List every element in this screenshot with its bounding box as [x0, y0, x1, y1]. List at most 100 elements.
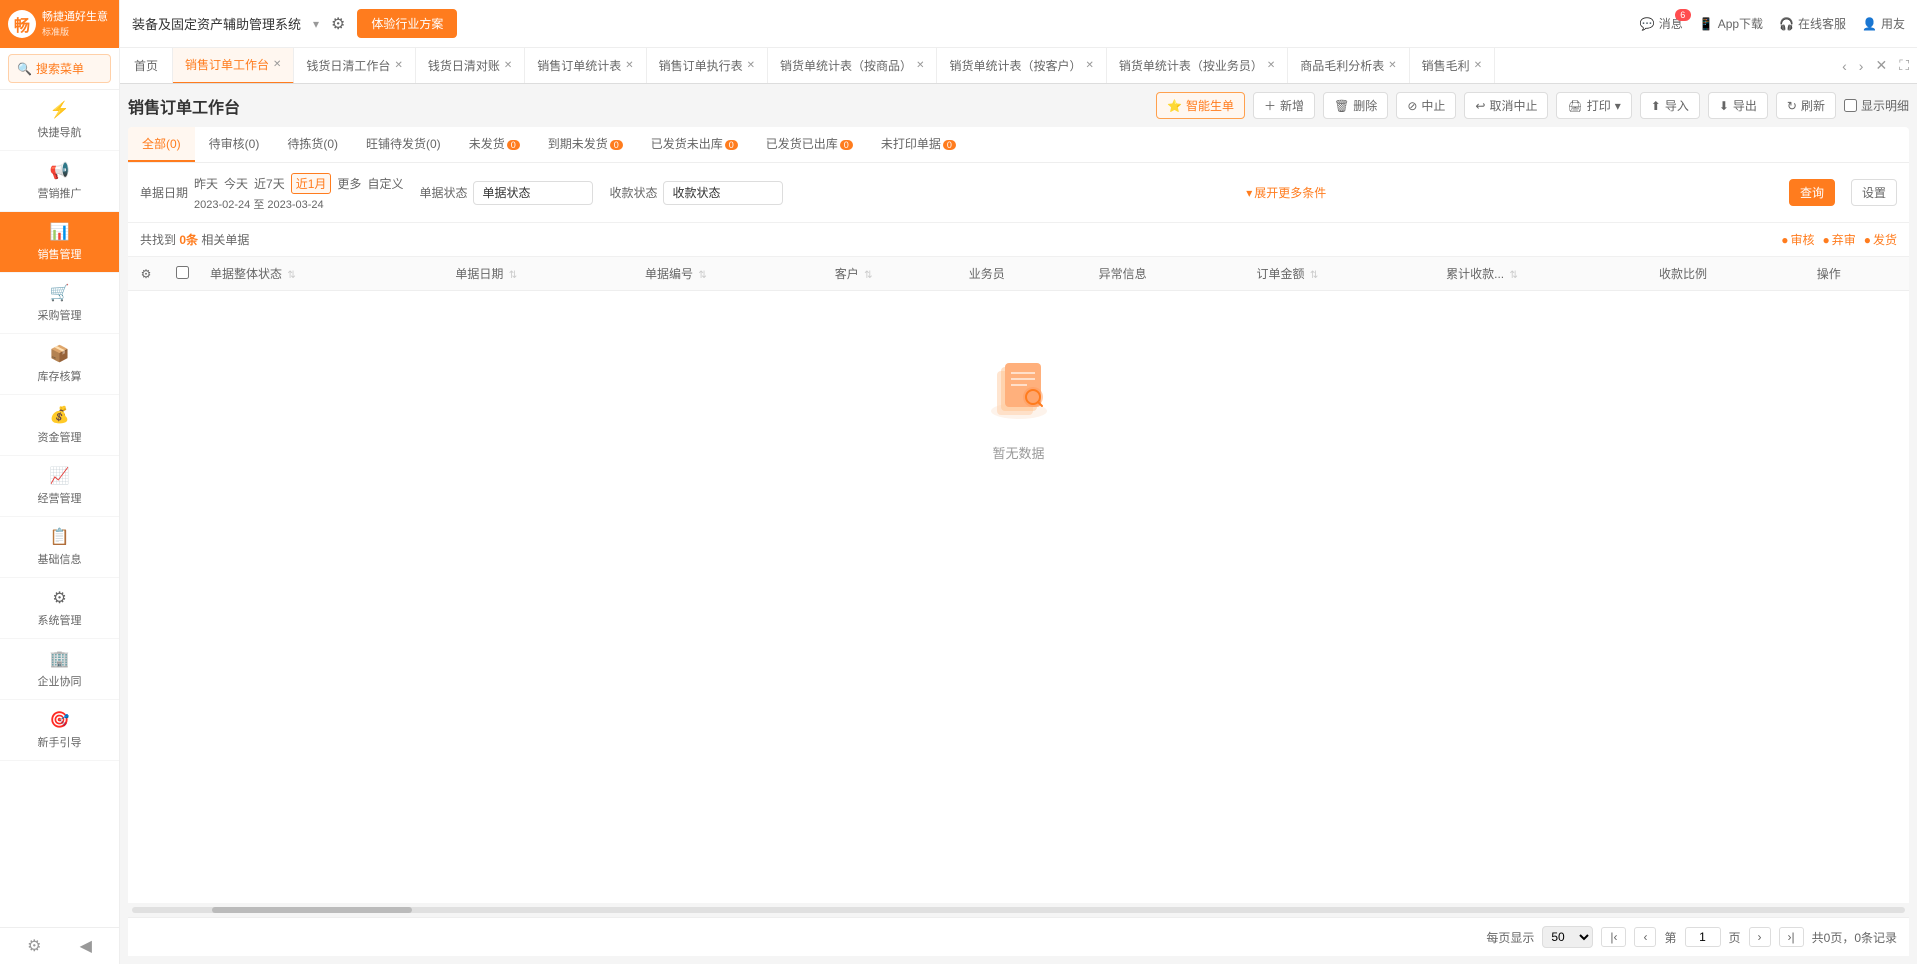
cancel-review-action-button[interactable]: ● 弃审: [1822, 231, 1855, 248]
sort-number-icon[interactable]: ⇅: [698, 270, 706, 281]
last-page-button[interactable]: ›|: [1779, 927, 1804, 947]
tab-expand-icon[interactable]: ⛶: [1895, 55, 1913, 76]
date-shortcuts-row: 昨天 今天 近7天 近1月 更多 自定义: [194, 173, 403, 194]
sort-received-icon[interactable]: ⇅: [1509, 270, 1517, 281]
sidebar-item-operations[interactable]: 📈 经营管理: [0, 456, 119, 517]
sub-tab-shipped-out[interactable]: 已发货已出库0: [752, 127, 867, 162]
th-settings[interactable]: ⚙: [128, 257, 164, 291]
sub-tab-not-printed[interactable]: 未打印单据0: [867, 127, 970, 162]
th-checkbox[interactable]: [164, 257, 200, 291]
sidebar-item-system[interactable]: ⚙ 系统管理: [0, 578, 119, 639]
sidebar-item-basic-info[interactable]: 📋 基础信息: [0, 517, 119, 578]
tab-sales-summary-staff[interactable]: 销货单统计表（按业务员） ✕: [1107, 48, 1288, 84]
sub-tab-pending-inspect[interactable]: 待拣货(0): [273, 127, 352, 162]
suspend-button[interactable]: ⊘ 中止: [1396, 92, 1456, 119]
sidebar-item-marketing[interactable]: 📢 营销推广: [0, 151, 119, 212]
tab-scroll-right-icon[interactable]: ›: [1855, 56, 1868, 76]
more-shortcut[interactable]: 更多: [337, 175, 361, 192]
tab-sales-summary-customer[interactable]: 销货单统计表（按客户） ✕: [937, 48, 1106, 84]
sidebar-item-guide[interactable]: 🎯 新手引导: [0, 700, 119, 761]
tab-sales-exec[interactable]: 销售订单执行表 ✕: [647, 48, 768, 84]
sub-tab-wangpu[interactable]: 旺铺待发货(0): [352, 127, 455, 162]
tab-close-sales-summary-staff[interactable]: ✕: [1267, 60, 1275, 71]
sub-tab-shipped-not-out[interactable]: 已发货未出库0: [637, 127, 752, 162]
search-menu-button[interactable]: 🔍 搜索菜单: [8, 54, 111, 83]
sub-tab-all[interactable]: 全部(0): [128, 127, 195, 162]
tab-close-sales-stats[interactable]: ✕: [625, 60, 633, 71]
yesterday-shortcut[interactable]: 昨天: [194, 175, 218, 192]
scrollbar-thumb[interactable]: [212, 907, 412, 913]
tab-sales-receivable[interactable]: 销售毛利 ✕: [1410, 48, 1495, 84]
solution-button[interactable]: 体验行业方案: [357, 9, 457, 38]
sub-tab-overdue[interactable]: 到期未发货0: [534, 127, 637, 162]
tab-sales-summary-product[interactable]: 销货单统计表（按商品） ✕: [768, 48, 937, 84]
tab-close-cash-daily[interactable]: ✕: [394, 60, 402, 71]
online-service-action[interactable]: 🎧 在线客服: [1779, 15, 1846, 32]
tab-cash-daily[interactable]: 钱货日清工作台 ✕: [294, 48, 415, 84]
sidebar-item-purchase[interactable]: 🛒 采购管理: [0, 273, 119, 334]
refresh-button[interactable]: ↻ 刷新: [1776, 92, 1836, 119]
sort-customer-icon[interactable]: ⇅: [864, 270, 872, 281]
tab-sales-workbench[interactable]: 销售订单工作台 ✕: [173, 48, 294, 84]
last7-shortcut[interactable]: 近7天: [254, 175, 285, 192]
user-action[interactable]: 👤 用友: [1862, 15, 1905, 32]
tab-scroll-left-icon[interactable]: ‹: [1838, 56, 1851, 76]
tab-close-cash-reconcile[interactable]: ✕: [504, 60, 512, 71]
delete-button[interactable]: 🗑 删除: [1323, 92, 1388, 119]
sidebar-item-enterprise[interactable]: 🏢 企业协同: [0, 639, 119, 700]
new-button[interactable]: ＋ 新增: [1253, 92, 1315, 119]
tab-sales-stats[interactable]: 销售订单统计表 ✕: [525, 48, 646, 84]
first-page-button[interactable]: |‹: [1601, 927, 1626, 947]
payment-select[interactable]: 收款状态: [663, 181, 783, 205]
ship-action-button[interactable]: ● 发货: [1864, 231, 1897, 248]
tab-close-sales-receivable[interactable]: ✕: [1474, 60, 1482, 71]
settings-bottom-icon[interactable]: ⚙: [27, 936, 41, 956]
tab-close-sales-workbench[interactable]: ✕: [273, 59, 281, 70]
sidebar-item-finance[interactable]: 💰 资金管理: [0, 395, 119, 456]
tab-close-sales-summary-customer[interactable]: ✕: [1085, 60, 1093, 71]
filter-settings-button[interactable]: 设置: [1851, 179, 1897, 206]
table-container[interactable]: ⚙ 单据整体状态 ⇅ 单据日期 ⇅ 单据编号: [128, 257, 1909, 903]
show-details-input[interactable]: [1844, 99, 1857, 112]
sub-tab-pending-review[interactable]: 待审核(0): [195, 127, 274, 162]
sort-date-icon[interactable]: ⇅: [509, 270, 517, 281]
topbar-settings-icon[interactable]: ⚙: [331, 14, 345, 34]
status-select[interactable]: 单据状态: [473, 181, 593, 205]
topbar-dropdown-icon[interactable]: ▾: [313, 17, 319, 31]
last1month-shortcut[interactable]: 近1月: [291, 173, 332, 194]
sidebar-item-sales[interactable]: 📊 销售管理: [0, 212, 119, 273]
select-all-checkbox[interactable]: [176, 266, 189, 279]
sort-amount-icon[interactable]: ⇅: [1310, 270, 1318, 281]
horizontal-scrollbar[interactable]: [128, 903, 1909, 917]
show-details-checkbox[interactable]: 显示明细: [1844, 97, 1909, 114]
sidebar-item-inventory[interactable]: 📦 库存核算: [0, 334, 119, 395]
tab-gross-profit[interactable]: 商品毛利分析表 ✕: [1288, 48, 1409, 84]
tab-close-all-icon[interactable]: ✕: [1871, 55, 1891, 76]
custom-shortcut[interactable]: 自定义: [367, 175, 403, 192]
tab-cash-reconcile[interactable]: 钱货日清对账 ✕: [416, 48, 525, 84]
today-shortcut[interactable]: 今天: [224, 175, 248, 192]
sort-status-icon[interactable]: ⇅: [287, 270, 295, 281]
app-download-action[interactable]: 📱 App下载: [1699, 15, 1763, 32]
tab-close-sales-exec[interactable]: ✕: [747, 60, 755, 71]
import-button[interactable]: ⬆ 导入: [1640, 92, 1700, 119]
tab-home[interactable]: 首页: [120, 48, 173, 84]
smart-generate-button[interactable]: ⭐ 智能生单: [1156, 92, 1245, 119]
next-page-button[interactable]: ›: [1749, 927, 1771, 947]
export-button[interactable]: ⬇ 导出: [1708, 92, 1768, 119]
sub-tab-not-shipped[interactable]: 未发货0: [455, 127, 534, 162]
cancel-suspend-button[interactable]: ↩ 取消中止: [1464, 92, 1548, 119]
collapse-sidebar-icon[interactable]: ◀: [80, 936, 92, 956]
per-page-select[interactable]: 50 100 200: [1542, 926, 1593, 948]
review-action-button[interactable]: ● 审核: [1781, 231, 1814, 248]
expand-filter-button[interactable]: ▾ 展开更多条件: [1246, 184, 1326, 201]
sidebar-item-quick-nav[interactable]: ⚡ 快捷导航: [0, 90, 119, 151]
export-icon: ⬇: [1719, 99, 1729, 113]
message-action[interactable]: 💬 消息 6: [1640, 15, 1683, 32]
tab-close-sales-summary-product[interactable]: ✕: [916, 60, 924, 71]
print-button[interactable]: 🖨 打印 ▾: [1556, 92, 1631, 119]
prev-page-button[interactable]: ‹: [1634, 927, 1656, 947]
query-button[interactable]: 查询: [1789, 179, 1835, 206]
tab-close-gross-profit[interactable]: ✕: [1388, 60, 1396, 71]
page-number-input[interactable]: [1685, 927, 1721, 947]
